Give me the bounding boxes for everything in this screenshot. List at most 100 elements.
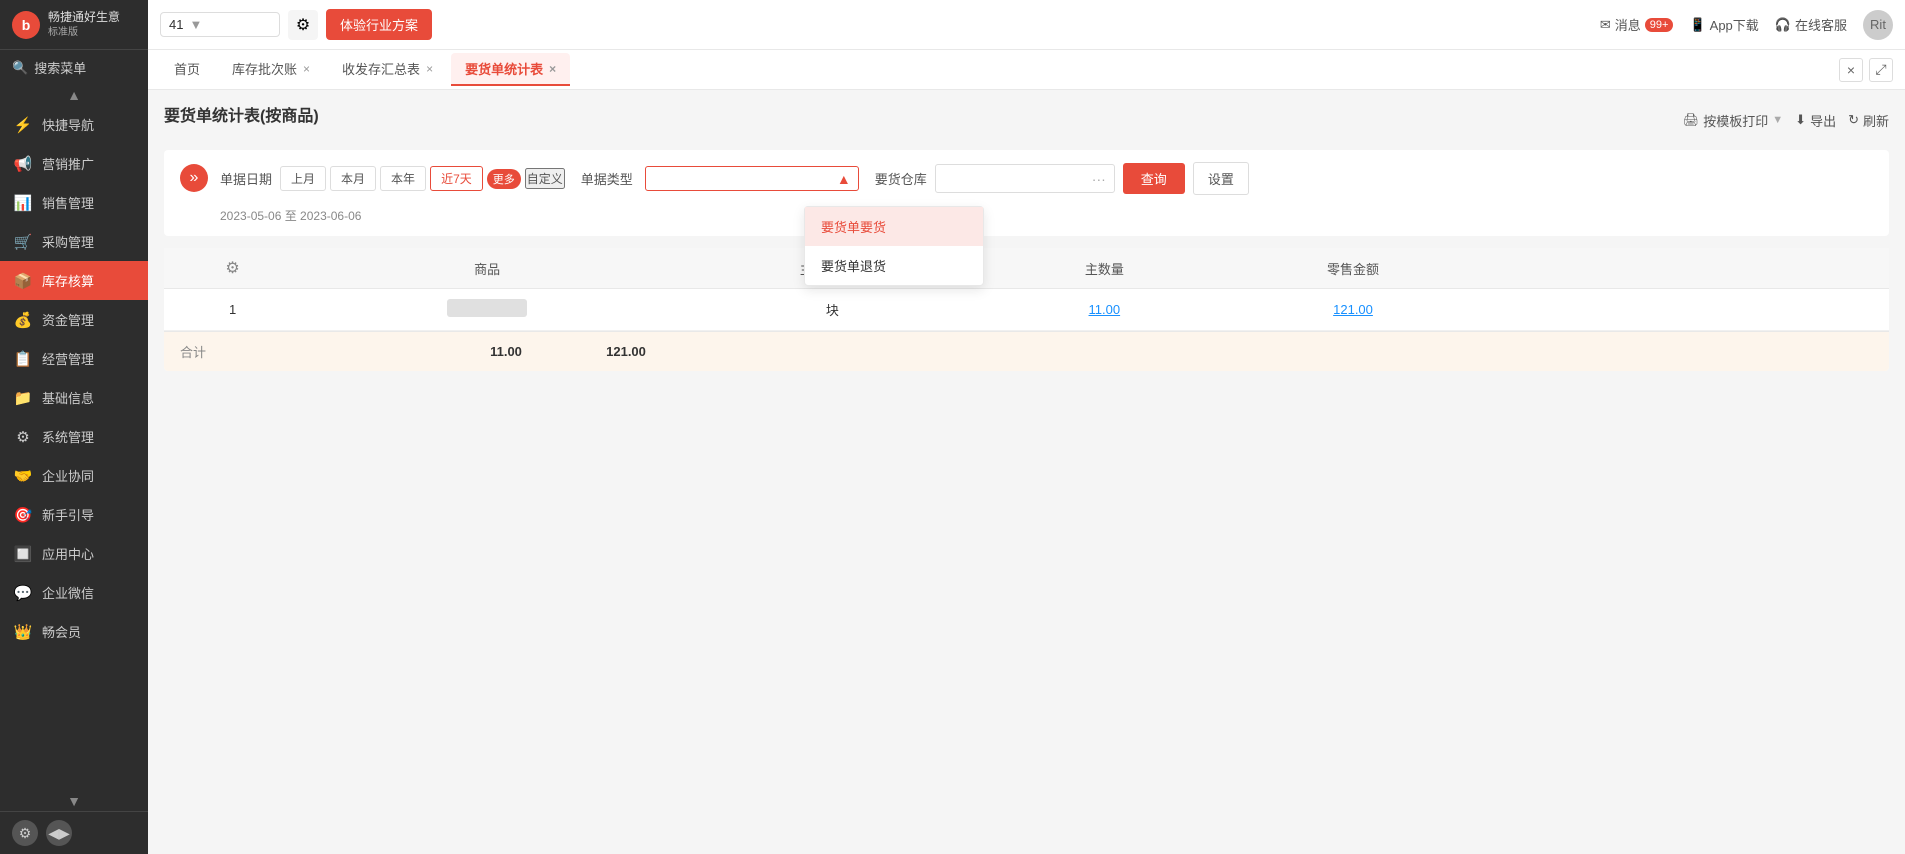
search-icon: 🔍 [12,60,28,76]
sidebar-item-sales[interactable]: 📊 销售管理 [0,183,148,222]
sidebar-item-purchase[interactable]: 🛒 采购管理 [0,222,148,261]
dropdown-item-order-return[interactable]: 要货单退货 [805,246,983,285]
date-filter-label: 单据日期 [220,169,272,188]
set-btn[interactable]: 设置 [1193,162,1249,195]
tab-expand-area: × ⤢ [1839,58,1893,82]
sidebar-item-basic[interactable]: 📁 基础信息 [0,378,148,417]
date-btn-7days[interactable]: 近7天 [430,166,483,191]
td-extra2 [1689,289,1889,331]
query-btn[interactable]: 查询 [1123,163,1185,194]
logo-area: b 畅捷通好生意 标准版 [0,0,148,50]
filter-bar: » 单据日期 上月 本月 本年 近7天 更多 自定义 单据类型 [164,150,1889,236]
app-download-btn[interactable]: 📱 App下载 [1689,15,1758,34]
sidebar-item-app-center[interactable]: 🔲 应用中心 [0,534,148,573]
company-selector[interactable]: 41 ▼ [160,12,280,37]
sidebar-item-members[interactable]: 👑 畅会员 [0,612,148,651]
page-title: 要货单统计表(按商品) [164,102,319,126]
sidebar-scroll-down[interactable]: ▼ [0,791,148,811]
td-qty: 11.00 [992,289,1217,331]
export-btn[interactable]: ⬇ 导出 [1795,111,1836,130]
sidebar-item-operation[interactable]: 📋 经营管理 [0,339,148,378]
basic-icon: 📁 [12,389,34,407]
qty-link[interactable]: 11.00 [1089,302,1121,317]
selector-arrow-icon: ▼ [189,17,202,32]
sidebar-item-wechat[interactable]: 💬 企业微信 [0,573,148,612]
date-btn-this-month[interactable]: 本月 [330,166,376,191]
chevron-up-icon: ▲ [67,87,81,103]
trial-btn[interactable]: 体验行业方案 [326,9,432,40]
sidebar-item-guide[interactable]: 🎯 新手引导 [0,495,148,534]
sidebar-item-finance[interactable]: 💰 资金管理 [0,300,148,339]
warehouse-select[interactable]: ··· [935,164,1115,193]
date-btn-custom[interactable]: 自定义 [525,168,565,189]
sales-icon: 📊 [12,194,34,212]
sidebar-item-enterprise[interactable]: 🤝 企业协同 [0,456,148,495]
td-extra1 [1489,289,1689,331]
footer-amount: 121.00 [566,344,686,359]
type-filter-label: 单据类型 [581,169,633,188]
tab-order-summary[interactable]: 要货单统计表 × [451,53,570,86]
print-btn[interactable]: 🖨 按模板打印 ▼ [1683,111,1783,130]
system-icon: ⚙ [12,428,34,446]
sidebar-item-inventory[interactable]: 📦 库存核算 [0,261,148,300]
sidebar-scroll-up[interactable]: ▲ [0,85,148,105]
column-settings-icon: ⚙ [225,260,239,277]
th-settings[interactable]: ⚙ [164,248,301,289]
td-unit: 块 [673,289,991,331]
th-amount: 零售金额 [1217,248,1489,289]
sidebar-item-system[interactable]: ⚙ 系统管理 [0,417,148,456]
logo-icon: b [12,11,40,39]
sidebar: b 畅捷通好生意 标准版 🔍 搜索菜单 ▲ ⚡ 快捷导航 📢 营销推广 📊 销售… [0,0,148,854]
quick-nav-icon: ⚡ [12,116,34,134]
app-center-icon: 🔲 [12,545,34,563]
settings-icon[interactable]: ⚙ [12,820,38,846]
topbar-settings-icon[interactable]: ⚙ [288,10,318,40]
wechat-icon: 💬 [12,584,34,602]
sidebar-footer: ⚙ ◀▶ [0,811,148,854]
td-amount: 121.00 [1217,289,1489,331]
tab-expand-btn[interactable]: ⤢ [1869,58,1893,82]
tab-collection-summary[interactable]: 收发存汇总表 × [328,53,447,86]
filter-row-1: 单据日期 上月 本月 本年 近7天 更多 自定义 单据类型 ▲ [220,162,1873,195]
sidebar-item-marketing[interactable]: 📢 营销推广 [0,144,148,183]
dropdown-item-order-goods[interactable]: 要货单要货 [805,207,983,246]
tab-batch-account[interactable]: 库存批次账 × [218,53,324,86]
guide-icon: 🎯 [12,506,34,524]
members-icon: 👑 [12,623,34,641]
tab-close-batch[interactable]: × [303,62,310,76]
user-avatar[interactable]: Rit [1863,10,1893,40]
topbar-left: 41 ▼ ⚙ 体验行业方案 [160,9,432,40]
tab-close-collection[interactable]: × [426,62,433,76]
type-select-input[interactable] [645,166,859,191]
td-product [301,289,673,331]
refresh-btn[interactable]: ↻ 刷新 [1848,111,1889,130]
page-content: 要货单统计表(按商品) 🖨 按模板打印 ▼ ⬇ 导出 ↻ 刷新 » [148,90,1905,854]
tab-close-order[interactable]: × [549,62,556,76]
warehouse-more-icon: ··· [1092,171,1106,187]
date-range-display: 2023-05-06 至 2023-06-06 [220,207,1873,224]
th-product: 商品 [301,248,673,289]
tab-close-all-btn[interactable]: × [1839,58,1863,82]
type-dropdown: 要货单要货 要货单退货 [804,206,984,286]
topbar-right: ✉ 消息 99+ 📱 App下载 🎧 在线客服 Rit [1600,10,1893,40]
online-service-btn[interactable]: 🎧 在线客服 [1775,15,1847,34]
data-table: ⚙ 商品 主计量单位 主数量 零售金额 1 [164,248,1889,331]
sidebar-menu: ⚡ 快捷导航 📢 营销推广 📊 销售管理 🛒 采购管理 📦 库存核算 💰 资金管… [0,105,148,791]
finance-icon: 💰 [12,311,34,329]
sidebar-search[interactable]: 🔍 搜索菜单 [0,50,148,85]
th-extra1 [1489,248,1689,289]
amount-link[interactable]: 121.00 [1333,302,1373,317]
filter-expand-btn[interactable]: » [180,164,208,192]
sidebar-item-quick-nav[interactable]: ⚡ 快捷导航 [0,105,148,144]
collapse-icon[interactable]: ◀▶ [46,820,72,846]
operation-icon: 📋 [12,350,34,368]
logo-text: 畅捷通好生意 标准版 [48,10,120,39]
date-btn-this-year[interactable]: 本年 [380,166,426,191]
footer-qty: 11.00 [446,344,566,359]
warehouse-filter-label: 要货仓库 [875,169,927,188]
topbar: 41 ▼ ⚙ 体验行业方案 ✉ 消息 99+ 📱 App下载 🎧 在线客服 Ri… [148,0,1905,50]
tab-home[interactable]: 首页 [160,53,214,86]
page-toolbar: 🖨 按模板打印 ▼ ⬇ 导出 ↻ 刷新 [1683,111,1889,130]
message-btn[interactable]: ✉ 消息 99+ [1600,15,1674,34]
date-btn-last-month[interactable]: 上月 [280,166,326,191]
